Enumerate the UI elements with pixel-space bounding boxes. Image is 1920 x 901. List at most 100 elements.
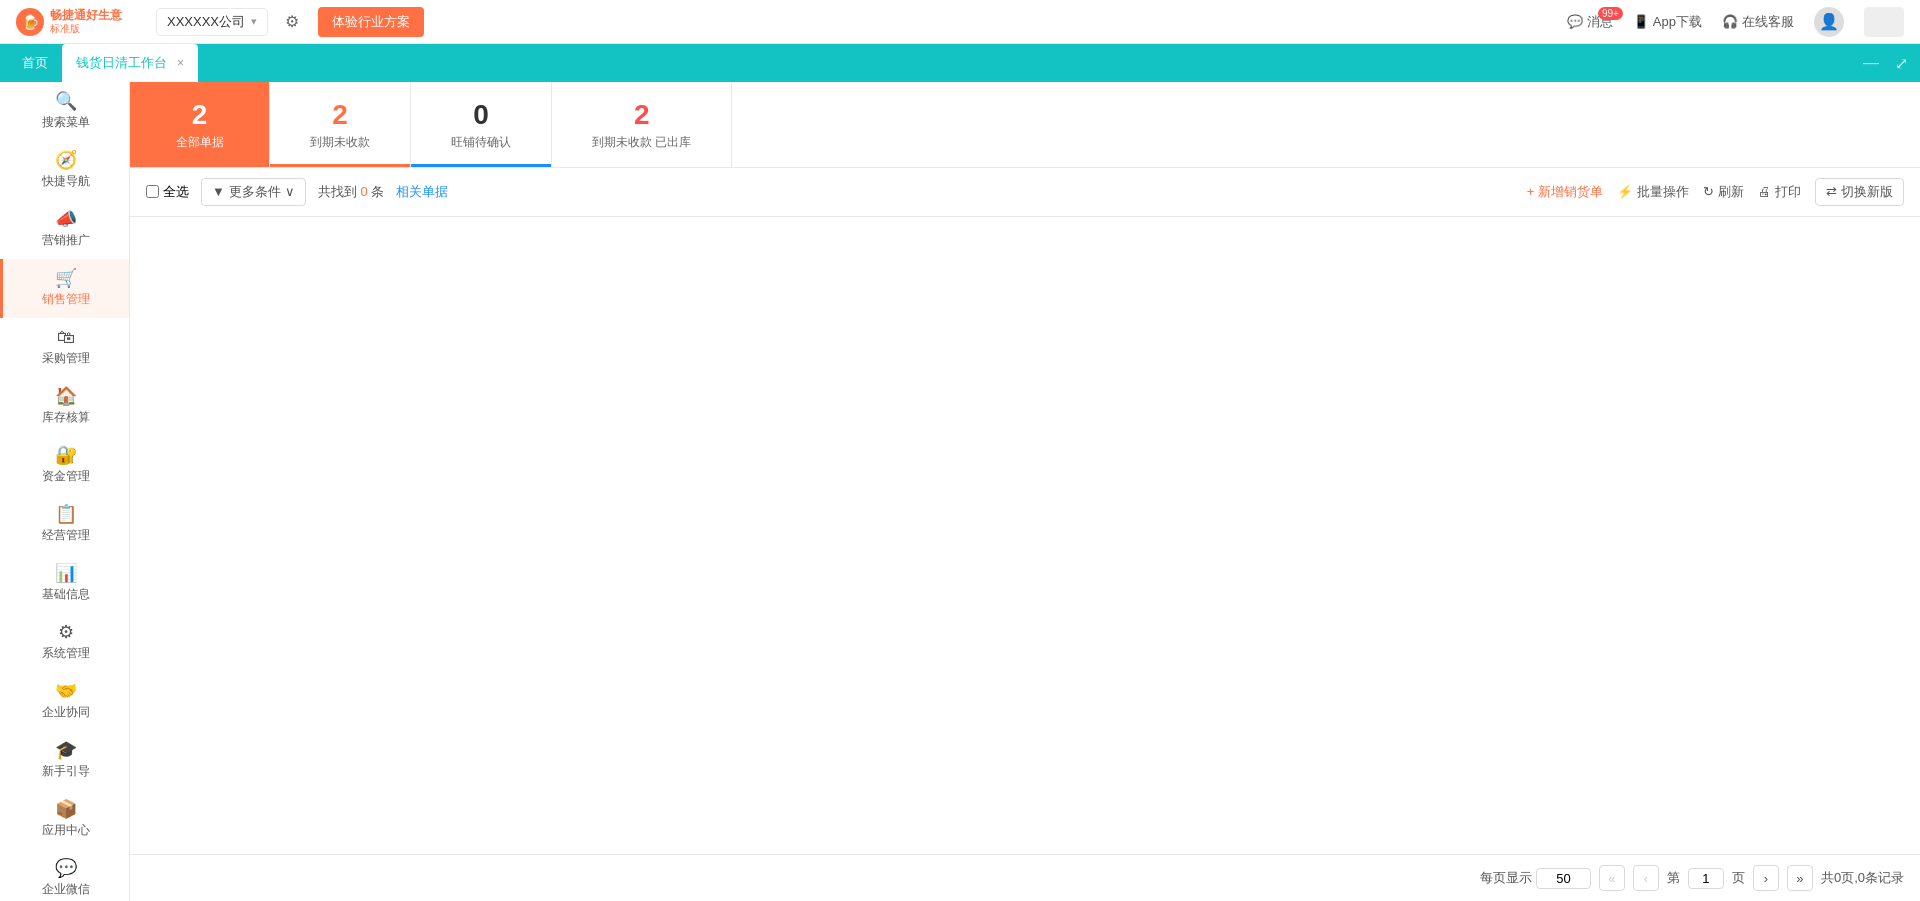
batch-icon: ⚡ — [1617, 184, 1633, 199]
switch-version-button[interactable]: ⇄ 切换新版 — [1815, 178, 1904, 206]
table-area — [130, 217, 1920, 854]
count-text: 共找到 0 条 — [318, 183, 384, 201]
avatar[interactable]: 👤 — [1814, 7, 1844, 37]
next-page-button[interactable]: › — [1753, 865, 1779, 891]
select-all-checkbox[interactable]: 全选 — [146, 183, 189, 201]
appstore-icon: 📦 — [55, 800, 77, 818]
nav-tabs-right: — ⤢ — [1859, 54, 1912, 73]
logo-area: 🍺 畅捷通好生意 标准版 — [16, 8, 146, 36]
print-button[interactable]: 🖨 打印 — [1758, 183, 1801, 201]
sidebar-item-marketing[interactable]: 📣 营销推广 — [0, 200, 129, 259]
search-icon: 🔍 — [55, 92, 77, 110]
sidebar-wecom-label: 企业微信 — [42, 881, 90, 898]
message-button[interactable]: 💬 消息 99+ — [1567, 13, 1613, 31]
company-selector[interactable]: XXXXXX公司 ▾ — [156, 8, 268, 36]
download-icon: 📱 — [1633, 14, 1649, 29]
pagination-summary: 共0页,0条记录 — [1821, 869, 1904, 887]
page-label-suffix: 页 — [1732, 869, 1745, 887]
batch-operation-button[interactable]: ⚡ 批量操作 — [1617, 183, 1689, 201]
switch-icon: ⇄ — [1826, 184, 1837, 199]
inventory-icon: 🏠 — [55, 387, 77, 405]
sidebar-enterprise-label: 企业协同 — [42, 704, 90, 721]
checkbox-input[interactable] — [146, 185, 159, 198]
quicknav-icon: 🧭 — [55, 151, 77, 169]
select-all-label: 全选 — [163, 183, 189, 201]
sidebar-purchase-label: 采购管理 — [42, 350, 90, 367]
trial-button[interactable]: 体验行业方案 — [318, 7, 424, 37]
chevron-icon: ∨ — [285, 184, 295, 199]
filter-icon: ▼ — [212, 184, 225, 199]
logo-text: 畅捷通好生意 标准版 — [50, 8, 122, 34]
purchase-icon: 🛍 — [57, 328, 75, 346]
service-icon: 🎧 — [1722, 14, 1738, 29]
stat-all-label: 全部单据 — [176, 134, 224, 151]
company-name: XXXXXX公司 — [167, 13, 245, 31]
nav-tabs: 首页 钱货日清工作台 × — ⤢ — [0, 44, 1920, 82]
stat-pending-number: 0 — [473, 98, 489, 132]
sidebar-item-sales[interactable]: 🛒 销售管理 — [0, 259, 129, 318]
page-size-input[interactable] — [1536, 868, 1591, 889]
stat-all-orders[interactable]: 2 全部单据 — [130, 82, 270, 167]
first-page-button[interactable]: « — [1599, 865, 1625, 891]
page-label-prefix: 第 — [1667, 869, 1680, 887]
window-minimize-icon[interactable]: — — [1859, 54, 1883, 72]
sidebar-operations-label: 经营管理 — [42, 527, 90, 544]
stat-underline-orange — [270, 164, 410, 167]
message-icon: 💬 — [1567, 14, 1583, 29]
sidebar-basicinfo-label: 基础信息 — [42, 586, 90, 603]
sidebar-item-system[interactable]: ⚙ 系统管理 — [0, 613, 129, 672]
tab-home[interactable]: 首页 — [8, 44, 62, 82]
marketing-icon: 📣 — [55, 210, 77, 228]
print-icon: 🖨 — [1758, 184, 1771, 199]
sidebar-item-inventory[interactable]: 🏠 库存核算 — [0, 377, 129, 436]
filter-button[interactable]: ▼ 更多条件 ∨ — [201, 178, 306, 206]
chevron-down-icon: ▾ — [251, 15, 257, 28]
sidebar-item-purchase[interactable]: 🛍 采购管理 — [0, 318, 129, 377]
finance-icon: 🔐 — [55, 446, 77, 464]
stat-overdue-label: 到期未收款 — [310, 134, 370, 151]
sidebar-item-appstore[interactable]: 📦 应用中心 — [0, 790, 129, 849]
stat-overdue-shipped-number: 2 — [634, 98, 650, 132]
related-orders-link[interactable]: 相关单据 — [396, 183, 448, 201]
sidebar-item-search[interactable]: 🔍 搜索菜单 — [0, 82, 129, 141]
wecom-icon: 💬 — [55, 859, 77, 877]
sidebar-item-basic-info[interactable]: 📊 基础信息 — [0, 554, 129, 613]
stat-overdue-payment[interactable]: 2 到期未收款 — [270, 82, 411, 167]
stat-all-number: 2 — [192, 98, 208, 132]
sidebar-system-label: 系统管理 — [42, 645, 90, 662]
sidebar: 🔍 搜索菜单 🧭 快捷导航 📣 营销推广 🛒 销售管理 🛍 采购管理 🏠 库存核… — [0, 82, 130, 901]
logo-title: 畅捷通好生意 — [50, 8, 122, 22]
sidebar-item-quicknav[interactable]: 🧭 快捷导航 — [0, 141, 129, 200]
app-download-button[interactable]: 📱 App下载 — [1633, 13, 1702, 31]
header-right: 💬 消息 99+ 📱 App下载 🎧 在线客服 👤 — [1567, 7, 1904, 37]
sidebar-finance-label: 资金管理 — [42, 468, 90, 485]
sidebar-item-wecom[interactable]: 💬 企业微信 — [0, 849, 129, 901]
window-maximize-icon[interactable]: ⤢ — [1891, 54, 1912, 73]
toolbar: 全选 ▼ 更多条件 ∨ 共找到 0 条 相关单据 + 新增销货单 ⚡ 批量操作 — [130, 168, 1920, 217]
top-header: 🍺 畅捷通好生意 标准版 XXXXXX公司 ▾ ⚙ 体验行业方案 💬 消息 99… — [0, 0, 1920, 44]
settings-icon[interactable]: ⚙ — [276, 6, 308, 38]
sidebar-item-enterprise[interactable]: 🤝 企业协同 — [0, 672, 129, 731]
sidebar-item-finance[interactable]: 🔐 资金管理 — [0, 436, 129, 495]
stat-overdue-number: 2 — [332, 98, 348, 132]
prev-page-button[interactable]: ‹ — [1633, 865, 1659, 891]
sidebar-item-operations[interactable]: 📋 经营管理 — [0, 495, 129, 554]
current-page-input[interactable] — [1688, 868, 1724, 889]
sidebar-item-guide[interactable]: 🎓 新手引导 — [0, 731, 129, 790]
basicinfo-icon: 📊 — [55, 564, 77, 582]
operations-icon: 📋 — [55, 505, 77, 523]
count-value: 0 — [361, 184, 368, 199]
online-service-button[interactable]: 🎧 在线客服 — [1722, 13, 1794, 31]
last-page-button[interactable]: » — [1787, 865, 1813, 891]
pagination-bar: 每页显示 « ‹ 第 页 › » 共0页,0条记录 — [130, 854, 1920, 901]
add-order-button[interactable]: + 新增销货单 — [1527, 183, 1603, 201]
logo-icon: 🍺 — [16, 8, 44, 36]
tab-close-icon[interactable]: × — [177, 56, 184, 70]
stat-overdue-shipped[interactable]: 2 到期未收款 已出库 — [552, 82, 732, 167]
toolbar-right: + 新增销货单 ⚡ 批量操作 ↻ 刷新 🖨 打印 ⇄ 切换新版 — [1527, 178, 1904, 206]
tab-active[interactable]: 钱货日清工作台 × — [62, 44, 198, 82]
stat-pending-confirm[interactable]: 0 旺铺待确认 — [411, 82, 552, 167]
user-area[interactable] — [1864, 7, 1904, 37]
refresh-button[interactable]: ↻ 刷新 — [1703, 183, 1744, 201]
sidebar-guide-label: 新手引导 — [42, 763, 90, 780]
